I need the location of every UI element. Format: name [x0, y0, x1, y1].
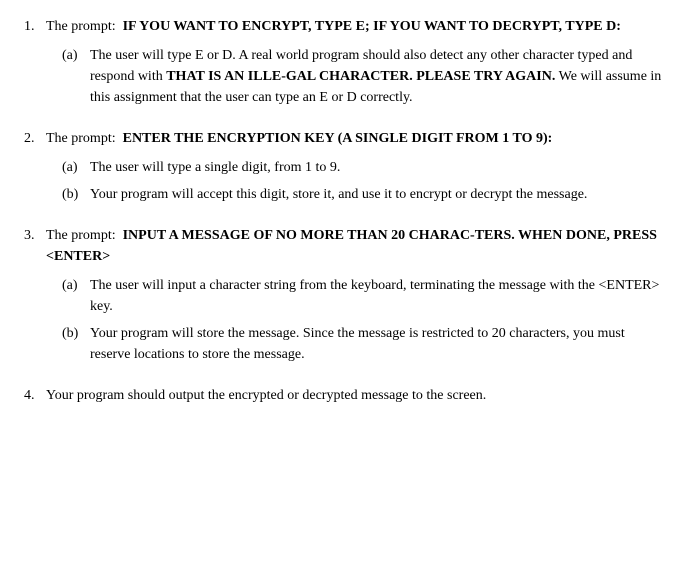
list-content: The prompt: IF YOU WANT TO ENCRYPT, TYPE…: [46, 16, 662, 114]
sub-content: Your program will store the message. Sin…: [90, 323, 662, 365]
sub-number: (a): [62, 45, 90, 108]
list-item: (a) The user will input a character stri…: [62, 275, 662, 317]
list-number: 1.: [24, 16, 46, 114]
list-number: 4.: [24, 385, 46, 406]
list-item: (a) The user will type E or D. A real wo…: [62, 45, 662, 108]
list-number: 2.: [24, 128, 46, 211]
sub-number: (b): [62, 323, 90, 365]
prompt-text: ENTER THE ENCRYPTION KEY (A SINGLE DIGIT…: [123, 131, 553, 146]
sub-text: The user will type a single digit, from …: [90, 160, 340, 175]
sub-content: Your program will accept this digit, sto…: [90, 184, 662, 205]
prompt-text: INPUT A MESSAGE OF NO MORE THAN 20 CHARA…: [46, 228, 657, 264]
item-text: The prompt: ENTER THE ENCRYPTION KEY (A …: [46, 131, 552, 146]
list-content: Your program should output the encrypted…: [46, 385, 662, 406]
sub-content: The user will type a single digit, from …: [90, 157, 662, 178]
sub-content: The user will input a character string f…: [90, 275, 662, 317]
main-list: 1. The prompt: IF YOU WANT TO ENCRYPT, T…: [24, 16, 662, 406]
item-text: Your program should output the encrypted…: [46, 388, 486, 403]
sub-list: (a) The user will type a single digit, f…: [46, 157, 662, 205]
bold-text: THAT IS AN ILLE‑GAL CHARACTER. PLEASE TR…: [166, 69, 555, 84]
list-item: (b) Your program will accept this digit,…: [62, 184, 662, 205]
list-item: 2. The prompt: ENTER THE ENCRYPTION KEY …: [24, 128, 662, 211]
prompt-text: IF YOU WANT TO ENCRYPT, TYPE E; IF YOU W…: [123, 19, 621, 34]
sub-list: (a) The user will input a character stri…: [46, 275, 662, 365]
sub-text: The user will input a character string f…: [90, 278, 659, 314]
list-item: (a) The user will type a single digit, f…: [62, 157, 662, 178]
list-number: 3.: [24, 225, 46, 371]
list-item: 4. Your program should output the encryp…: [24, 385, 662, 406]
list-content: The prompt: ENTER THE ENCRYPTION KEY (A …: [46, 128, 662, 211]
list-item: (b) Your program will store the message.…: [62, 323, 662, 365]
sub-list: (a) The user will type E or D. A real wo…: [46, 45, 662, 108]
list-content: The prompt: INPUT A MESSAGE OF NO MORE T…: [46, 225, 662, 371]
list-item: 1. The prompt: IF YOU WANT TO ENCRYPT, T…: [24, 16, 662, 114]
sub-text: Your program will store the message. Sin…: [90, 326, 625, 362]
document-content: 1. The prompt: IF YOU WANT TO ENCRYPT, T…: [24, 16, 662, 406]
sub-number: (a): [62, 157, 90, 178]
sub-text: The user will type E or D. A real world …: [90, 48, 661, 105]
sub-content: The user will type E or D. A real world …: [90, 45, 662, 108]
list-item: 3. The prompt: INPUT A MESSAGE OF NO MOR…: [24, 225, 662, 371]
sub-text: Your program will accept this digit, sto…: [90, 187, 587, 202]
item-text: The prompt: INPUT A MESSAGE OF NO MORE T…: [46, 228, 657, 264]
item-text: The prompt: IF YOU WANT TO ENCRYPT, TYPE…: [46, 19, 621, 34]
sub-number: (a): [62, 275, 90, 317]
sub-number: (b): [62, 184, 90, 205]
